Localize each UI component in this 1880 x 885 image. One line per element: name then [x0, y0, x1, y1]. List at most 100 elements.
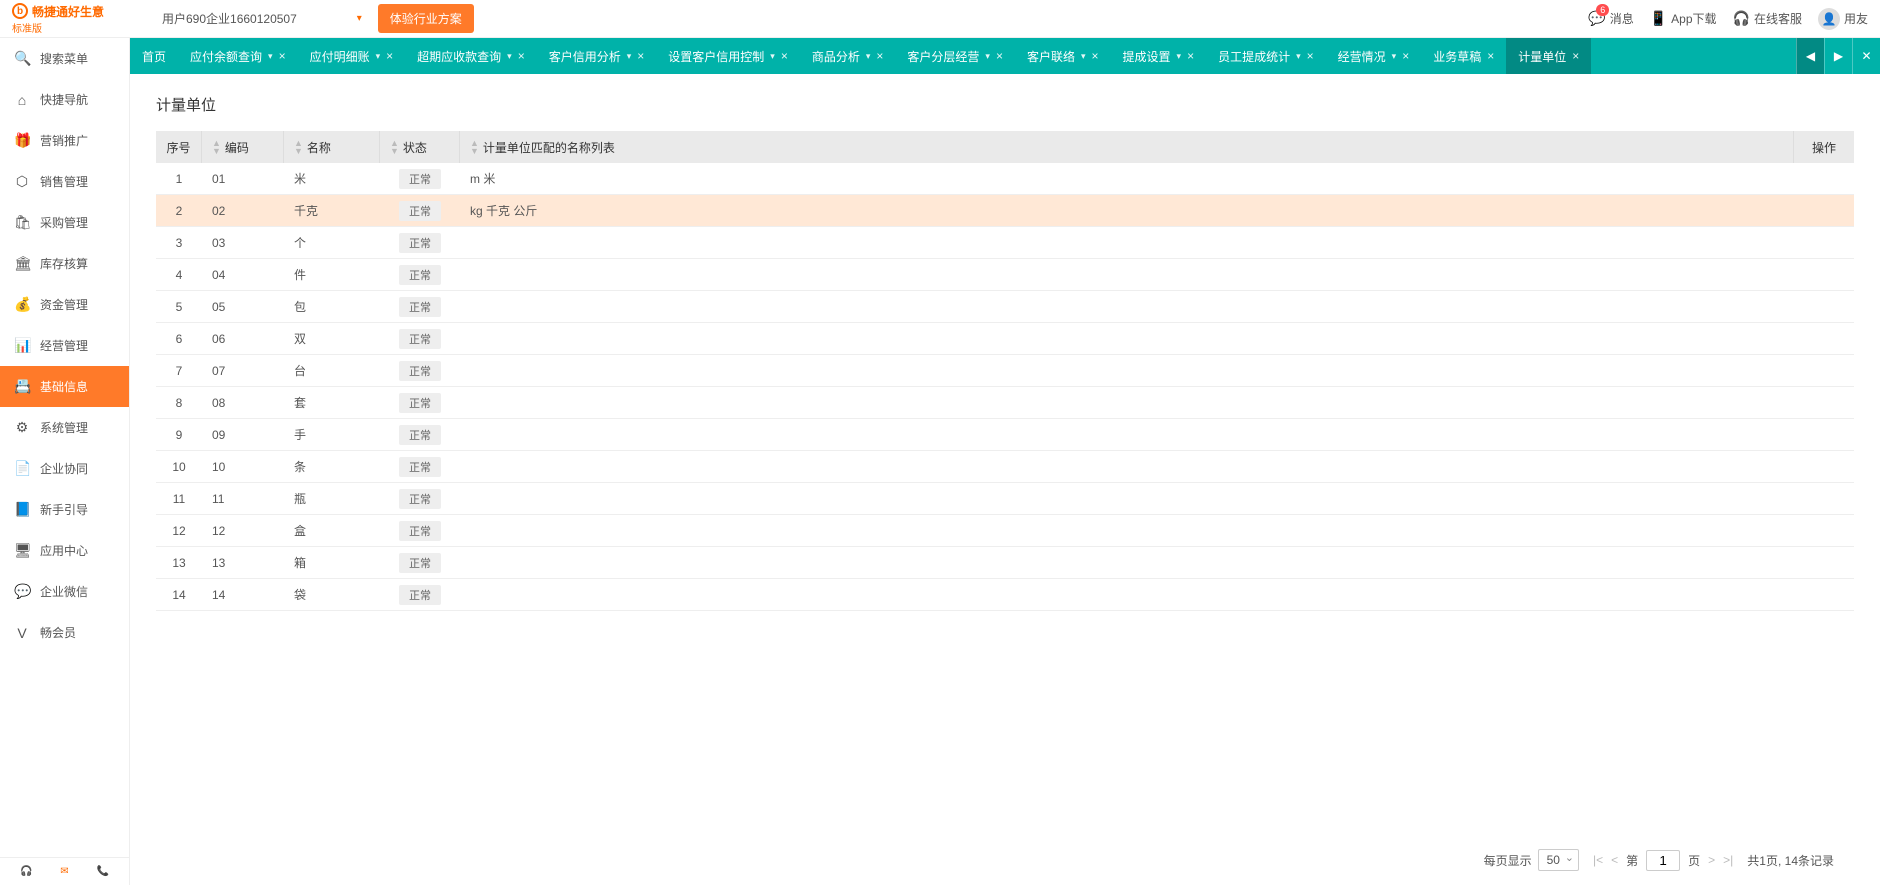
close-icon[interactable]: ×: [386, 49, 393, 63]
sidebar-item[interactable]: ⬡销售管理: [0, 161, 129, 202]
sidebar-icon: 🎁: [14, 132, 30, 149]
col-match[interactable]: ▲▼计量单位匹配的名称列表: [460, 131, 1794, 163]
cell-name: 瓶: [284, 490, 380, 507]
tab[interactable]: 首页: [130, 38, 178, 74]
close-icon[interactable]: ×: [1487, 49, 1494, 63]
sidebar-item[interactable]: ⌂快捷导航: [0, 79, 129, 120]
chevron-down-icon: ▾: [1392, 51, 1397, 62]
tabs-scroll-right[interactable]: ▶: [1824, 38, 1852, 74]
sidebar-item[interactable]: 📇基础信息: [0, 366, 129, 407]
sidebar-item-label: 畅会员: [40, 624, 76, 641]
tab[interactable]: 客户信用分析▾×: [537, 38, 657, 74]
sidebar-item[interactable]: 📊经营管理: [0, 325, 129, 366]
tab[interactable]: 员工提成统计▾×: [1206, 38, 1326, 74]
page-first[interactable]: |<: [1593, 853, 1603, 867]
sidebar-item[interactable]: 🛍采购管理: [0, 202, 129, 243]
chevron-down-icon: ▾: [1081, 51, 1086, 62]
close-icon[interactable]: ×: [1187, 49, 1194, 63]
username-label: 用友: [1844, 10, 1868, 27]
sidebar-icon: ⚙: [14, 419, 30, 436]
sidebar-item[interactable]: 📘新手引导: [0, 489, 129, 530]
close-icon[interactable]: ×: [781, 49, 788, 63]
table-row[interactable]: 1111瓶正常: [156, 483, 1854, 515]
table-row[interactable]: 909手正常: [156, 419, 1854, 451]
col-name[interactable]: ▲▼名称: [284, 131, 380, 163]
tab-label: 计量单位: [1518, 48, 1566, 65]
page-size-select[interactable]: 50: [1538, 849, 1579, 871]
sort-icon: ▲▼: [470, 139, 479, 155]
cell-seq: 8: [156, 396, 202, 410]
table-row[interactable]: 606双正常: [156, 323, 1854, 355]
tab[interactable]: 客户分层经营▾×: [895, 38, 1015, 74]
sidebar-item[interactable]: 💬企业微信: [0, 571, 129, 612]
sidebar-item[interactable]: ⚙系统管理: [0, 407, 129, 448]
cell-code: 02: [202, 204, 284, 218]
tabs-close-all[interactable]: ✕: [1852, 38, 1880, 74]
try-industry-plan-button[interactable]: 体验行业方案: [378, 4, 474, 33]
cell-name: 套: [284, 394, 380, 411]
tab[interactable]: 客户联络▾×: [1015, 38, 1111, 74]
close-icon[interactable]: ×: [1402, 49, 1409, 63]
units-table: 序号 ▲▼编码 ▲▼名称 ▲▼状态 ▲▼计量单位匹配的名称列表 操作 101米正…: [156, 131, 1854, 611]
user-menu[interactable]: 👤 用友: [1818, 8, 1868, 30]
table-row[interactable]: 303个正常: [156, 227, 1854, 259]
sidebar-item[interactable]: 🏛库存核算: [0, 243, 129, 284]
col-seq[interactable]: 序号: [156, 131, 202, 163]
table-row[interactable]: 1313箱正常: [156, 547, 1854, 579]
sidebar-item[interactable]: V畅会员: [0, 612, 129, 653]
sidebar-item[interactable]: 📄企业协同: [0, 448, 129, 489]
table-row[interactable]: 808套正常: [156, 387, 1854, 419]
tab[interactable]: 经营情况▾×: [1326, 38, 1422, 74]
page-prev[interactable]: <: [1611, 853, 1618, 867]
tab[interactable]: 计量单位 ×: [1506, 38, 1591, 74]
close-icon[interactable]: ×: [1572, 49, 1579, 63]
sort-icon: ▲▼: [294, 139, 303, 155]
messages-button[interactable]: 💬 消息 6: [1588, 10, 1633, 27]
tab[interactable]: 应付余额查询▾×: [178, 38, 298, 74]
table-row[interactable]: 1414袋正常: [156, 579, 1854, 611]
close-icon[interactable]: ×: [1307, 49, 1314, 63]
tab[interactable]: 超期应收款查询▾×: [405, 38, 537, 74]
close-icon[interactable]: ×: [279, 49, 286, 63]
logo-icon: b: [12, 3, 28, 19]
page-last[interactable]: >|: [1723, 853, 1733, 867]
online-service-button[interactable]: 🎧 在线客服: [1733, 10, 1802, 27]
cell-seq: 14: [156, 588, 202, 602]
sidebar-item[interactable]: 🔍搜索菜单: [0, 38, 129, 79]
page-next[interactable]: >: [1708, 853, 1715, 867]
cell-match: m 米: [460, 170, 1794, 187]
table-row[interactable]: 1212盒正常: [156, 515, 1854, 547]
table-row[interactable]: 1010条正常: [156, 451, 1854, 483]
cell-code: 12: [202, 524, 284, 538]
tab[interactable]: 设置客户信用控制▾×: [656, 38, 800, 74]
table-row[interactable]: 202千克正常kg 千克 公斤: [156, 195, 1854, 227]
close-icon[interactable]: ×: [876, 49, 883, 63]
table-row[interactable]: 101米正常m 米: [156, 163, 1854, 195]
tab-label: 商品分析: [812, 48, 860, 65]
footer-support-icon[interactable]: 🎧: [20, 866, 32, 877]
tenant-selector[interactable]: 用户690企业1660120507 ▾: [162, 10, 362, 27]
table-row[interactable]: 707台正常: [156, 355, 1854, 387]
sidebar-item[interactable]: 🖥应用中心: [0, 530, 129, 571]
col-code[interactable]: ▲▼编码: [202, 131, 284, 163]
close-icon[interactable]: ×: [518, 49, 525, 63]
sidebar-item[interactable]: 💰资金管理: [0, 284, 129, 325]
cell-name: 个: [284, 234, 380, 251]
tab[interactable]: 业务草稿×: [1421, 38, 1506, 74]
tab[interactable]: 商品分析▾×: [800, 38, 896, 74]
table-row[interactable]: 505包正常: [156, 291, 1854, 323]
close-icon[interactable]: ×: [1092, 49, 1099, 63]
table-row[interactable]: 404件正常: [156, 259, 1854, 291]
footer-mail-icon[interactable]: ✉: [60, 866, 68, 877]
tab[interactable]: 提成设置▾×: [1111, 38, 1207, 74]
app-download-button[interactable]: 📱 App下载: [1650, 10, 1717, 27]
tabs-scroll-left[interactable]: ◀: [1796, 38, 1824, 74]
col-status[interactable]: ▲▼状态: [380, 131, 460, 163]
sidebar-item[interactable]: 🎁营销推广: [0, 120, 129, 161]
cell-seq: 4: [156, 268, 202, 282]
page-input[interactable]: [1646, 850, 1680, 871]
footer-phone-icon[interactable]: 📞: [97, 866, 109, 877]
tab[interactable]: 应付明细账▾×: [298, 38, 406, 74]
close-icon[interactable]: ×: [637, 49, 644, 63]
close-icon[interactable]: ×: [996, 49, 1003, 63]
